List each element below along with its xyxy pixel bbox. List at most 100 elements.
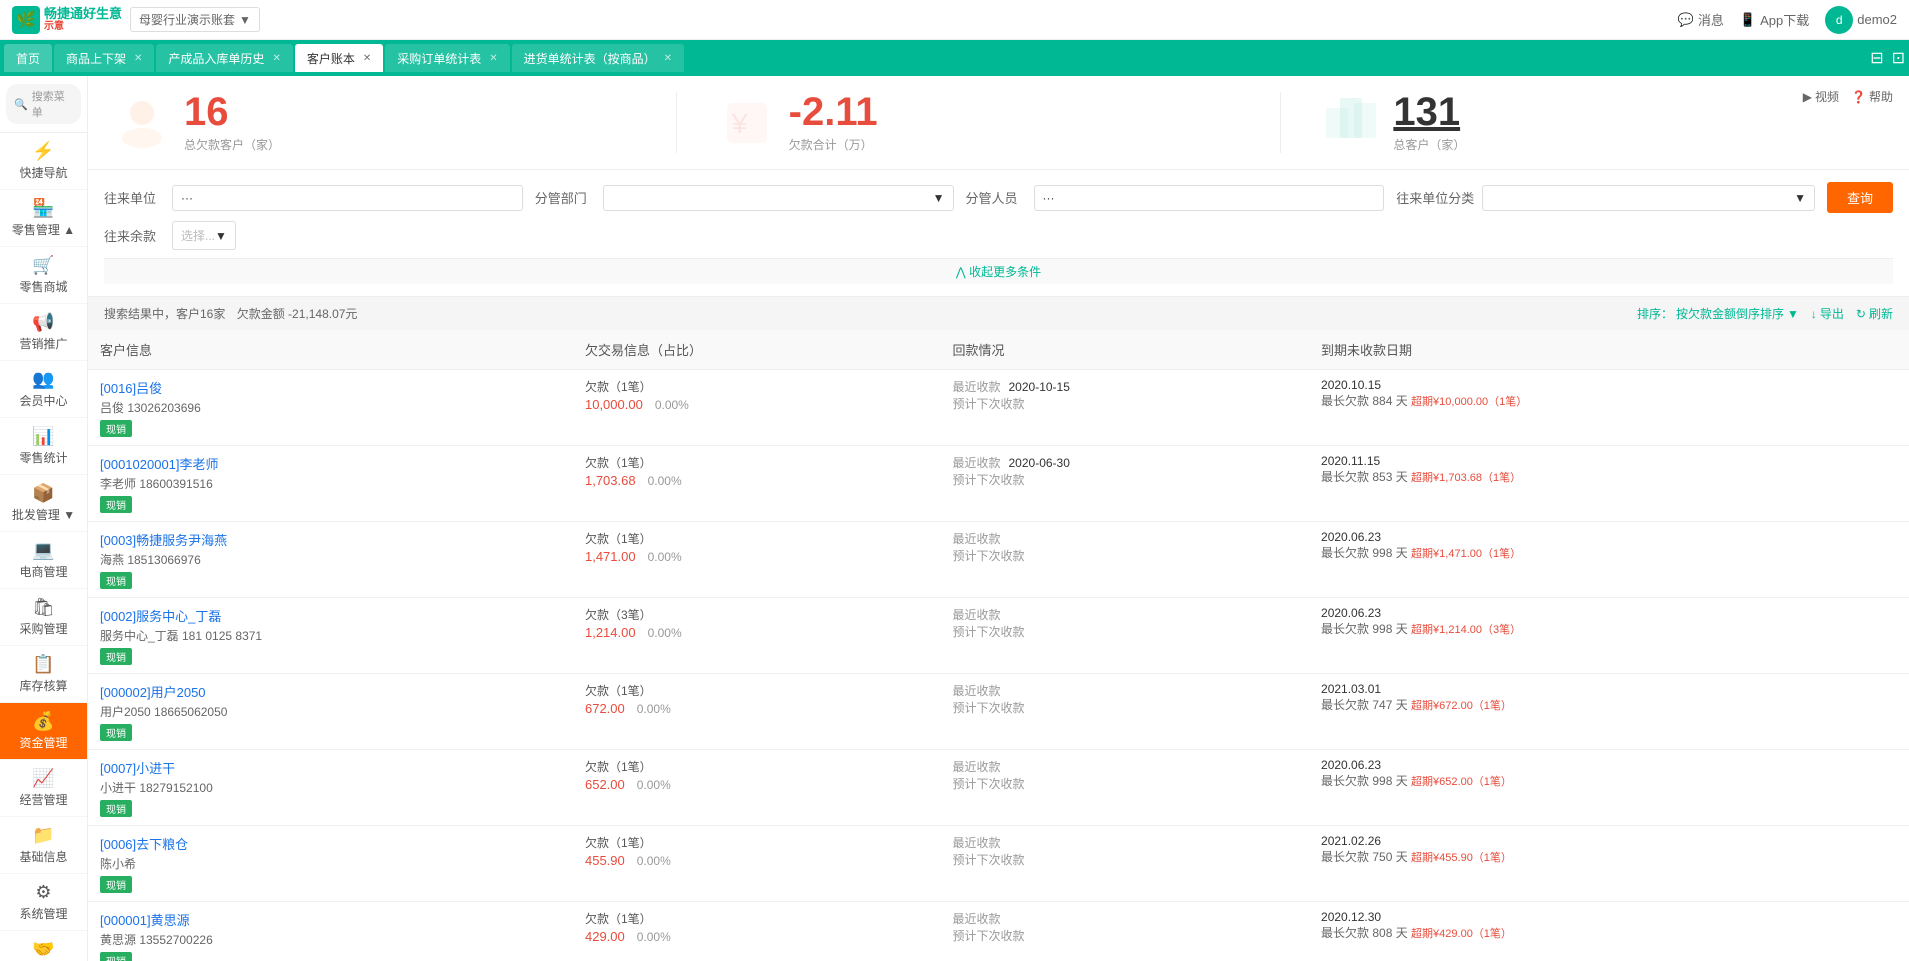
- last-pay-row: 最近收款: [952, 910, 1297, 927]
- app-download-button[interactable]: 📱 App下载: [1740, 10, 1809, 29]
- marketing-label: 营销推广: [4, 335, 83, 352]
- overdue-detail[interactable]: 超期¥1,703.68（1笔）: [1411, 472, 1521, 484]
- last-pay-date: 2020-10-15: [1009, 380, 1070, 394]
- sidebar-item-ecommerce[interactable]: 💻 电商管理: [0, 532, 87, 589]
- overdue-detail[interactable]: 超期¥455.90（1笔）: [1411, 852, 1512, 864]
- customer-id[interactable]: [0016]吕俊: [100, 378, 561, 397]
- maximize-icon[interactable]: ⊡: [1892, 48, 1905, 68]
- export-button[interactable]: ↓ 导出: [1811, 305, 1844, 322]
- next-pay-row: 预计下次收款: [952, 775, 1297, 792]
- video-button[interactable]: ▶ 视频: [1803, 88, 1839, 105]
- tab-customer-account[interactable]: 客户账本 ✕: [295, 44, 383, 72]
- sidebar-item-wholesale-mgmt[interactable]: 📦 批发管理 ▼: [0, 475, 87, 532]
- customer-id[interactable]: [000001]黄思源: [100, 910, 561, 929]
- debt-customers-icon: [112, 93, 172, 153]
- sidebar-item-retail-mgmt[interactable]: 🏪 零售管理 ▲: [0, 190, 87, 247]
- col-customer-info: 客户信息: [88, 330, 573, 370]
- total-customers-info: 131 总客户（家）: [1393, 92, 1465, 153]
- sidebar-item-retail-stats[interactable]: 📊 零售统计: [0, 418, 87, 475]
- stat-actions: ▶ 视频 ❓ 帮助: [1803, 88, 1893, 105]
- overdue-days: 最长欠款 884 天 超期¥10,000.00（1笔）: [1321, 392, 1897, 409]
- finance-label: 资金管理: [4, 734, 83, 751]
- message-button[interactable]: 💬 消息: [1678, 10, 1724, 29]
- search-button[interactable]: 查询: [1827, 182, 1893, 213]
- next-pay-label: 预计下次收款: [952, 775, 1024, 792]
- sidebar-item-member-center[interactable]: 👥 会员中心: [0, 361, 87, 418]
- content-area: 16 总欠款客户（家） ¥ -2.11 欠款合计（万）: [88, 76, 1909, 961]
- company-selector[interactable]: 母婴行业演示账套 ▼: [130, 7, 260, 32]
- tab-purchase-summary[interactable]: 采购订单统计表 ✕: [385, 44, 509, 72]
- customer-id[interactable]: [0003]畅捷服务尹海燕: [100, 530, 561, 549]
- help-button[interactable]: ❓ 帮助: [1851, 88, 1893, 105]
- last-pay-label: 最近收款: [952, 910, 1000, 927]
- sidebar-item-operations[interactable]: 📈 经营管理: [0, 760, 87, 817]
- due-date-cell: 2021.02.26 最长欠款 750 天 超期¥455.90（1笔）: [1309, 826, 1909, 902]
- overdue-detail[interactable]: 超期¥10,000.00（1笔）: [1411, 396, 1527, 408]
- debt-pct: 0.00%: [648, 550, 682, 564]
- company-name: 母婴行业演示账套: [139, 11, 235, 28]
- remain-select[interactable]: 选择... ▼: [172, 221, 236, 250]
- sidebar-item-system[interactable]: ⚙ 系统管理: [0, 874, 87, 931]
- close-icon[interactable]: ✕: [272, 53, 280, 64]
- total-debt-info: -2.11 欠款合计（万）: [789, 92, 878, 153]
- customer-id[interactable]: [000002]用户2050: [100, 682, 561, 701]
- sidebar-item-purchase-mgmt[interactable]: 🛍 采购管理: [0, 589, 87, 646]
- sidebar-item-finance[interactable]: 💰 资金管理: [0, 703, 87, 760]
- col-recovery: 回款情况: [940, 330, 1309, 370]
- overdue-detail[interactable]: 超期¥429.00（1笔）: [1411, 928, 1512, 940]
- customer-id[interactable]: [0006]去下粮仓: [100, 834, 561, 853]
- customer-id[interactable]: [0002]服务中心_丁磊: [100, 606, 561, 625]
- customer-info-cell: [0002]服务中心_丁磊 服务中心_丁磊 181 0125 8371 现销: [88, 598, 573, 674]
- customer-badge: 现销: [100, 572, 132, 589]
- tab-production-history[interactable]: 产成品入库单历史 ✕: [156, 44, 292, 72]
- overdue-detail[interactable]: 超期¥652.00（1笔）: [1411, 776, 1512, 788]
- sidebar-item-retail-mall[interactable]: 🛒 零售商城: [0, 247, 87, 304]
- user-profile[interactable]: d demo2: [1825, 6, 1897, 34]
- overdue-days: 最长欠款 998 天 超期¥1,471.00（1笔）: [1321, 544, 1897, 561]
- sort-selector[interactable]: 排序： 按欠款金额倒序排序 ▼: [1637, 305, 1799, 322]
- unit-category-select[interactable]: ▼: [1482, 185, 1815, 211]
- close-icon[interactable]: ✕: [363, 53, 371, 64]
- debt-count: 欠款（1笔）: [585, 758, 929, 775]
- export-icon: ↓: [1811, 307, 1817, 321]
- customer-id[interactable]: [0007]小进干: [100, 758, 561, 777]
- source-unit-placeholder: ···: [181, 191, 193, 205]
- sidebar-item-marketing[interactable]: 📢 营销推广: [0, 304, 87, 361]
- search-input[interactable]: 🔍 搜索菜单: [6, 84, 81, 124]
- department-select[interactable]: ▼: [603, 185, 954, 211]
- sidebar-item-basic-info[interactable]: 📁 基础信息: [0, 817, 87, 874]
- sidebar-item-quick-nav[interactable]: ⚡ 快捷导航: [0, 133, 87, 190]
- system-label: 系统管理: [4, 905, 83, 922]
- manager-input[interactable]: ···: [1034, 185, 1385, 211]
- unit-category-label: 往来单位分类: [1396, 188, 1474, 207]
- filter-row-1: 往来单位 ··· 分管部门 ▼ 分管人员 ···: [104, 182, 1893, 213]
- tab-inbound-summary[interactable]: 进货单统计表（按商品） ✕: [512, 44, 684, 72]
- debt-amount: 1,471.00: [585, 549, 636, 564]
- filter-toggle[interactable]: ⋀ 收起更多条件: [104, 258, 1893, 284]
- recovery-cell: 最近收款 预计下次收款: [940, 674, 1309, 750]
- overdue-detail[interactable]: 超期¥672.00（1笔）: [1411, 700, 1512, 712]
- source-unit-input[interactable]: ···: [172, 185, 523, 211]
- remain-placeholder: 选择...: [181, 227, 215, 244]
- refresh-button[interactable]: ↻ 刷新: [1856, 305, 1893, 322]
- brand-subtitle[interactable]: 示意: [44, 21, 122, 32]
- overdue-detail[interactable]: 超期¥1,214.00（3笔）: [1411, 624, 1521, 636]
- close-icon[interactable]: ✕: [134, 53, 142, 64]
- due-date: 2021.02.26: [1321, 834, 1897, 848]
- minimize-icon[interactable]: ⊟: [1870, 48, 1883, 68]
- main-layout: 🔍 搜索菜单 ⚡ 快捷导航 🏪 零售管理 ▲ 🛒 零售商城 📢 营销推广 👥 会…: [0, 76, 1909, 961]
- recovery-cell: 最近收款 预计下次收款: [940, 750, 1309, 826]
- debt-pct: 0.00%: [648, 474, 682, 488]
- manager-placeholder: ···: [1043, 191, 1055, 205]
- tab-products-listing[interactable]: 商品上下架 ✕: [54, 44, 154, 72]
- close-icon[interactable]: ✕: [489, 53, 497, 64]
- tab-home[interactable]: 首页: [4, 44, 52, 72]
- sidebar-item-collab[interactable]: 🤝 企业协同: [0, 931, 87, 961]
- overdue-detail[interactable]: 超期¥1,471.00（1笔）: [1411, 548, 1521, 560]
- debt-count: 欠款（1笔）: [585, 834, 929, 851]
- customer-id[interactable]: [0001020001]李老师: [100, 454, 561, 473]
- close-icon[interactable]: ✕: [664, 53, 672, 64]
- unit-category-arrow: ▼: [1794, 191, 1806, 205]
- sidebar-item-inventory[interactable]: 📋 库存核算: [0, 646, 87, 703]
- customer-badge: 现销: [100, 648, 132, 665]
